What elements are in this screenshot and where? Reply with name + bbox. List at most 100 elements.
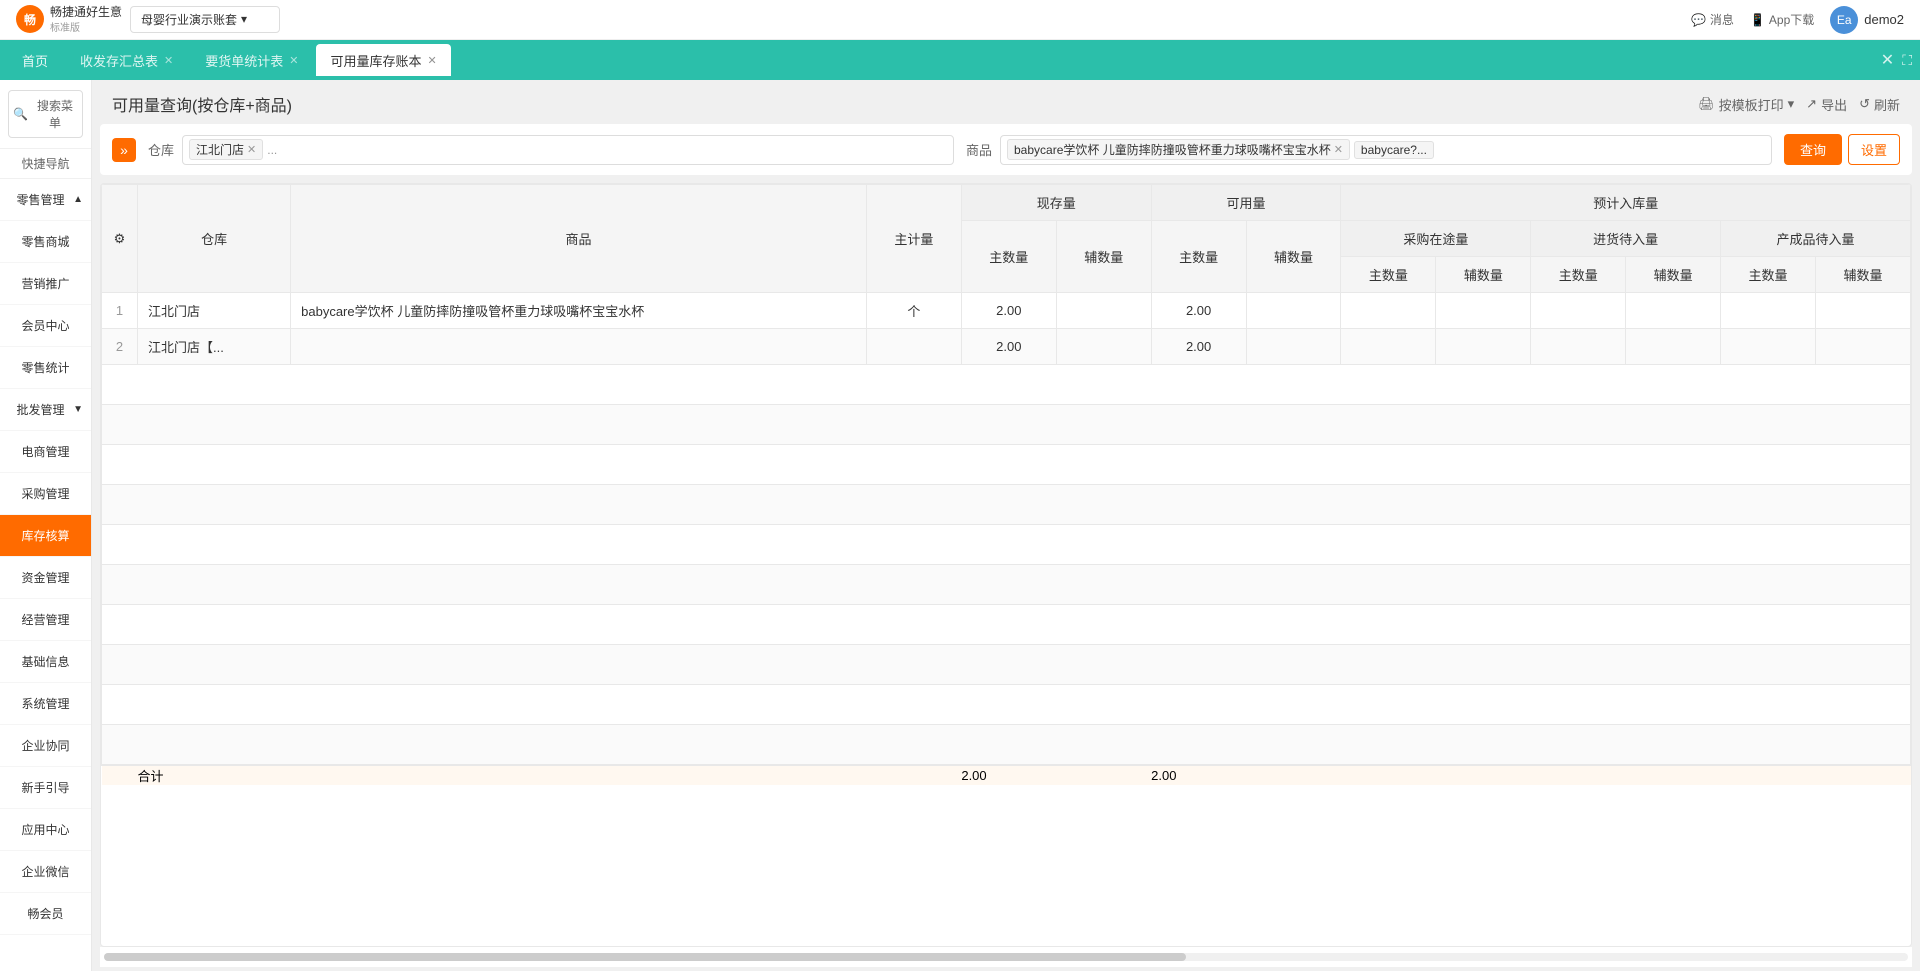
row-inbound-aux-2 — [1626, 329, 1721, 365]
sidebar-item-inventory-check[interactable]: 库存核算 — [0, 515, 91, 557]
total-purchase-aux — [1436, 765, 1531, 785]
product-tag-babycare: babycare学饮杯 儿童防摔防撞吸管杯重力球吸嘴杯宝宝水杯 ✕ — [1007, 139, 1350, 160]
filter-expand-btn[interactable]: » — [112, 138, 136, 162]
sidebar-item-retail-mgmt[interactable]: 零售管理 ▲ — [0, 179, 91, 221]
warehouse-filter-group: 仓库 江北门店 ✕ ... — [148, 135, 954, 165]
total-avail-aux — [1246, 765, 1341, 785]
tab-receive-pay-close[interactable]: ✕ — [164, 54, 173, 67]
gear-column-header[interactable]: ⚙ — [102, 185, 138, 293]
enterprise-collab-label: 企业协同 — [8, 737, 83, 754]
export-btn[interactable]: ↗ 导出 — [1806, 95, 1847, 114]
sidebar-item-ecommerce-mgmt[interactable]: 电商管理 — [0, 431, 91, 473]
product-filter-tags[interactable]: babycare学饮杯 儿童防摔防撞吸管杯重力球吸嘴杯宝宝水杯 ✕ babyca… — [1000, 135, 1772, 165]
chevron-down-icon: ▾ — [241, 12, 247, 26]
sidebar-item-operations-mgmt[interactable]: 经营管理 — [0, 599, 91, 641]
marketing-label: 营销推广 — [8, 275, 83, 292]
total-unit — [866, 765, 961, 785]
row-warehouse-2: 江北门店【... — [138, 329, 291, 365]
nav-expand-button[interactable]: ⛶ — [1902, 52, 1912, 69]
logo-area: 畅 畅捷通好生意 标准版 — [16, 5, 122, 34]
purchase-mgmt-label: 采购管理 — [8, 485, 83, 502]
template-print-btn[interactable]: 🖨 按模板打印 ▾ — [1698, 95, 1794, 114]
quick-nav-btn[interactable]: 快捷导航 — [0, 149, 91, 179]
retail-mgmt-label: 零售管理 — [8, 191, 73, 208]
warehouse-filter-more[interactable]: ... — [267, 143, 277, 157]
tab-receive-pay[interactable]: 收发存汇总表 ✕ — [66, 44, 187, 76]
product-tag-more-text: babycare?... — [1361, 143, 1427, 157]
sidebar-item-member-center[interactable]: 会员中心 — [0, 305, 91, 347]
sidebar-item-vip-member[interactable]: 畅会员 — [0, 893, 91, 935]
user-profile[interactable]: Ea demo2 — [1830, 6, 1904, 34]
sidebar-item-purchase-mgmt[interactable]: 采购管理 — [0, 473, 91, 515]
stock-aux-header: 辅数量 — [1056, 221, 1151, 293]
warehouse-tag-jiangbei: 江北门店 ✕ — [189, 139, 263, 160]
purchase-in-transit-header: 采购在途量 — [1341, 221, 1531, 257]
logo-line1: 畅捷通好生意 — [50, 5, 122, 19]
sidebar-item-retail-mall[interactable]: 零售商城 — [0, 221, 91, 263]
tab-receive-pay-label: 收发存汇总表 — [80, 51, 158, 70]
retail-mall-label: 零售商城 — [8, 233, 83, 250]
sidebar-item-new-guide[interactable]: 新手引导 — [0, 767, 91, 809]
row-avail-aux-2 — [1246, 329, 1341, 365]
total-finished-aux — [1816, 765, 1911, 785]
product-tag-close[interactable]: ✕ — [1334, 143, 1343, 156]
product-column-header: 商品 — [291, 185, 867, 293]
top-bar-left: 畅 畅捷通好生意 标准版 母婴行业演示账套 ▾ — [16, 5, 280, 34]
tab-available-stock[interactable]: 可用量库存账本 ✕ — [316, 44, 450, 76]
sidebar-item-enterprise-wechat[interactable]: 企业微信 — [0, 851, 91, 893]
enterprise-wechat-label: 企业微信 — [8, 863, 83, 880]
app-download-btn[interactable]: 📱 App下载 — [1750, 11, 1814, 28]
message-btn[interactable]: 💬 消息 — [1691, 11, 1734, 28]
export-label: 导出 — [1821, 95, 1847, 114]
tab-order-stats[interactable]: 要货单统计表 ✕ — [191, 44, 312, 76]
refresh-btn[interactable]: ↺ 刷新 — [1859, 95, 1900, 114]
stock-main-header: 主数量 — [961, 221, 1056, 293]
logo-icon: 畅 — [16, 5, 44, 33]
total-stock-aux — [1056, 765, 1151, 785]
sidebar-item-retail-stats[interactable]: 零售统计 — [0, 347, 91, 389]
empty-row — [102, 685, 1911, 725]
warehouse-column-header: 仓库 — [138, 185, 291, 293]
finished-main-header: 主数量 — [1721, 257, 1816, 293]
filter-area: » 仓库 江北门店 ✕ ... 商品 babycare学饮杯 儿童防摔防撞吸管杯… — [100, 124, 1912, 175]
tab-available-stock-close[interactable]: ✕ — [428, 54, 437, 67]
retail-stats-label: 零售统计 — [8, 359, 83, 376]
empty-row — [102, 445, 1911, 485]
nav-close-button[interactable]: ✕ — [1881, 50, 1894, 70]
template-print-label: 按模板打印 — [1719, 95, 1784, 114]
sidebar-item-enterprise-collab[interactable]: 企业协同 — [0, 725, 91, 767]
sidebar-item-marketing[interactable]: 营销推广 — [0, 263, 91, 305]
industry-selector[interactable]: 母婴行业演示账套 ▾ — [130, 6, 280, 33]
row-avail-main-1: 2.00 — [1151, 293, 1246, 329]
row-purchase-main-2 — [1341, 329, 1436, 365]
row-purchase-aux-1 — [1436, 293, 1531, 329]
warehouse-tag-close[interactable]: ✕ — [247, 143, 256, 156]
sidebar-item-system-mgmt[interactable]: 系统管理 — [0, 683, 91, 725]
purchase-main-header: 主数量 — [1341, 257, 1436, 293]
sidebar-item-basic-info[interactable]: 基础信息 — [0, 641, 91, 683]
sidebar-item-finance-mgmt[interactable]: 资金管理 — [0, 557, 91, 599]
tab-order-stats-close[interactable]: ✕ — [289, 54, 298, 67]
tab-home[interactable]: 首页 — [8, 44, 62, 76]
query-button[interactable]: 查询 — [1784, 134, 1842, 165]
scrollbar-thumb[interactable] — [104, 953, 1186, 961]
sidebar-item-app-center[interactable]: 应用中心 — [0, 809, 91, 851]
row-product-2 — [291, 329, 867, 365]
warehouse-filter-tags[interactable]: 江北门店 ✕ ... — [182, 135, 954, 165]
message-icon: 💬 — [1691, 13, 1706, 27]
table-footer — [100, 947, 1912, 967]
scrollbar-track[interactable] — [104, 953, 1908, 961]
finished-goods-header: 产成品待入量 — [1721, 221, 1911, 257]
empty-row — [102, 725, 1911, 765]
system-mgmt-label: 系统管理 — [8, 695, 83, 712]
sidebar-item-wholesale-mgmt[interactable]: 批发管理 ▼ — [0, 389, 91, 431]
app-download-label: App下载 — [1769, 11, 1814, 28]
data-table: ⚙ 仓库 商品 主计量 现存量 可用量 预计入库量 主数量 辅数量 主数量 辅数… — [101, 184, 1911, 785]
search-menu-btn[interactable]: 🔍 搜索菜单 — [8, 90, 83, 138]
inbound-main-header: 主数量 — [1531, 257, 1626, 293]
settings-button[interactable]: 设置 — [1848, 134, 1900, 165]
unit-column-header: 主计量 — [866, 185, 961, 293]
app-center-label: 应用中心 — [8, 821, 83, 838]
row-finished-aux-2 — [1816, 329, 1911, 365]
page-header: 可用量查询(按仓库+商品) 🖨 按模板打印 ▾ ↗ 导出 ↺ 刷新 — [92, 80, 1920, 124]
